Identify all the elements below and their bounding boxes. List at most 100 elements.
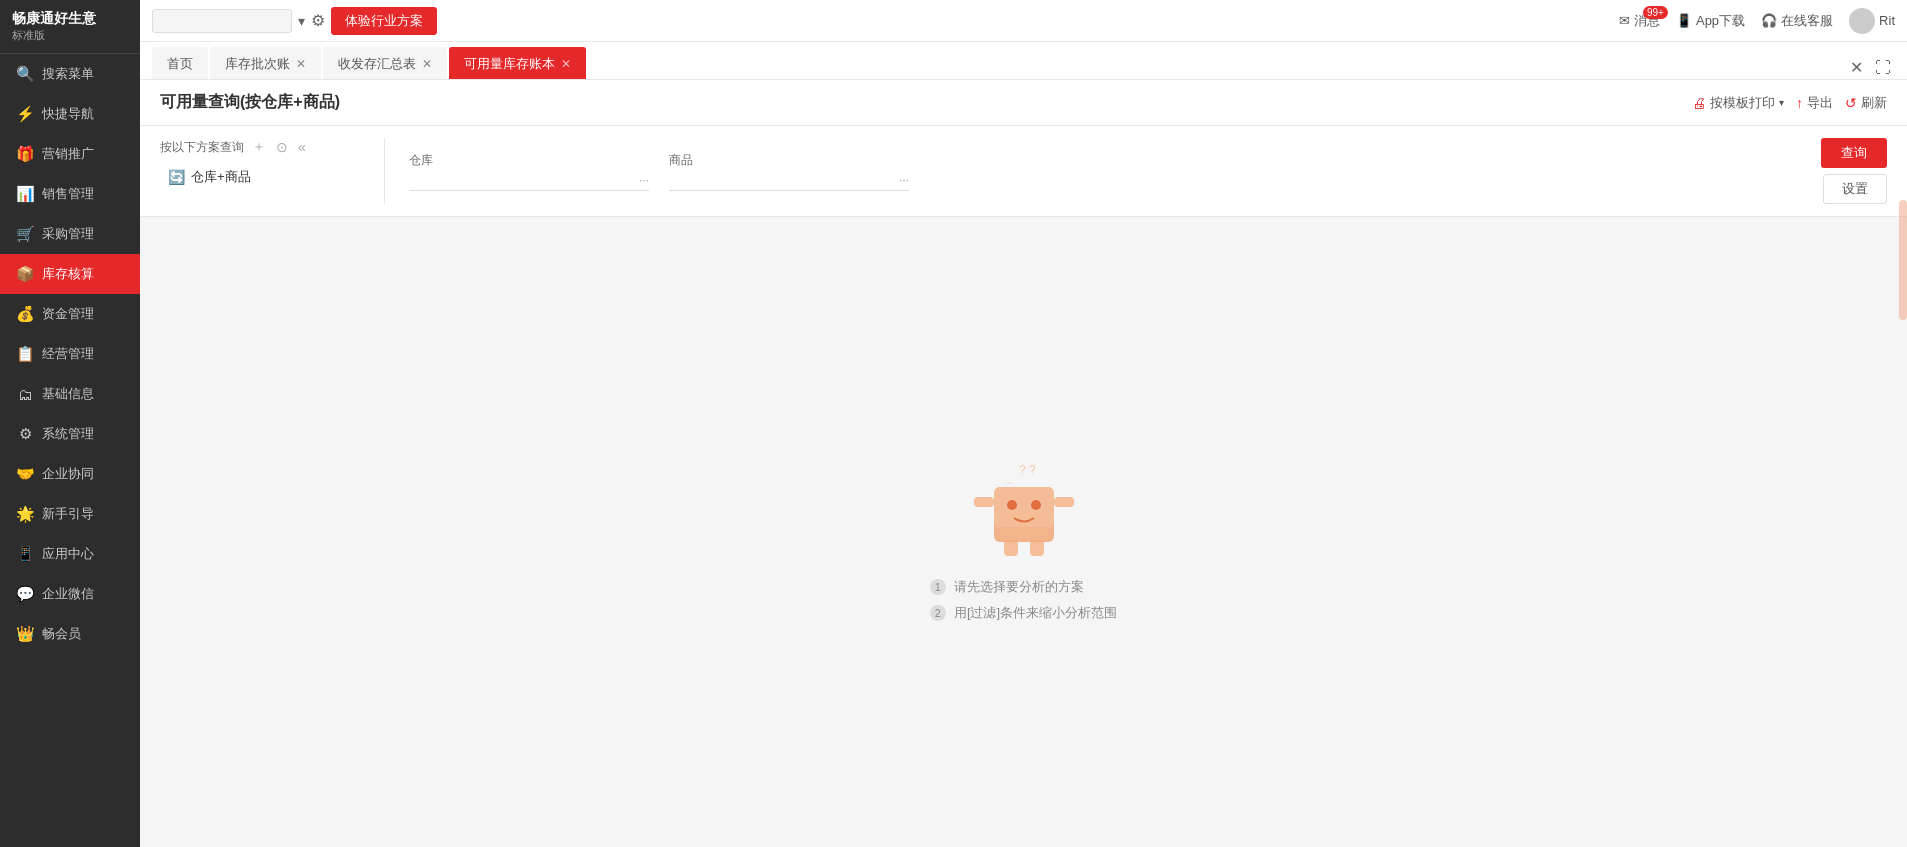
right-scrollbar[interactable] [1899, 200, 1907, 320]
scheme-panel: 按以下方案查询 ＋ ⊙ « 🔄 仓库+商品 [160, 138, 360, 190]
operation-icon: 📋 [16, 345, 34, 363]
sidebar-item-sales[interactable]: 📊销售管理 [0, 174, 140, 214]
scheme-divider [384, 138, 385, 204]
tab-summary[interactable]: 收发存汇总表 ✕ [323, 47, 447, 79]
message-icon: ✉ [1619, 13, 1630, 28]
tab-available[interactable]: 可用量库存账本✕ [449, 47, 586, 79]
print-icon: 🖨 [1692, 95, 1706, 111]
empty-state: ? ? ~ 1 请先选择要分析的方案 2 用[过滤]条件来缩小分析范围 [140, 217, 1907, 847]
tabbar: 首页库存批次账✕收发存汇总表✕可用量库存账本✕ ✕ ⛶ [140, 42, 1907, 80]
topbar-msg[interactable]: ✉ 消息 99+ [1619, 12, 1660, 30]
sidebar-item-basic[interactable]: 🗂基础信息 [0, 374, 140, 414]
print-label: 按模板打印 [1710, 94, 1775, 112]
logo-title: 畅康通好生意 [12, 10, 128, 28]
filter-warehouse-more-btn[interactable]: ··· [639, 173, 649, 187]
filter-warehouse-input-wrap: ··· [409, 173, 649, 191]
logo-sub: 标准版 [12, 28, 128, 43]
filter-goods-input[interactable] [669, 173, 895, 188]
scheme-collapse-button[interactable]: « [296, 139, 308, 155]
scheme-item-warehouse-goods[interactable]: 🔄 仓库+商品 [160, 164, 360, 190]
filter-warehouse-input[interactable] [409, 173, 635, 188]
sidebar-item-newguide[interactable]: 🌟新手引导 [0, 494, 140, 534]
topbar-dropdown-btn[interactable]: ▾ [298, 13, 305, 29]
sidebar-item-finance[interactable]: 💰资金管理 [0, 294, 140, 334]
sidebar-item-system[interactable]: ⚙ 系统管理 [0, 414, 140, 454]
tabbar-expand-button[interactable]: ⛶ [1871, 57, 1895, 79]
topbar-gear-btn[interactable]: ⚙ [311, 11, 325, 30]
member-label: 畅会员 [42, 625, 81, 643]
scheme-item-icon: 🔄 [168, 169, 185, 185]
purchase-label: 采购管理 [42, 225, 94, 243]
topbar-service-label: 在线客服 [1781, 12, 1833, 30]
service-icon: 🎧 [1761, 13, 1777, 28]
empty-tip-1: 1 请先选择要分析的方案 [930, 578, 1117, 596]
svg-rect-4 [974, 497, 994, 507]
sidebar-item-inventory[interactable]: 📦 库存核算 [0, 254, 140, 294]
export-label: 导出 [1807, 94, 1833, 112]
filter-goods-more-btn[interactable]: ··· [899, 173, 909, 187]
sidebar-item-quicknav[interactable]: ⚡快捷导航 [0, 94, 140, 134]
sidebar-item-appcenter[interactable]: 📱应用中心 [0, 534, 140, 574]
empty-illustration: ? ? ~ [964, 442, 1084, 562]
topbar-app[interactable]: 📱 App下载 [1676, 12, 1745, 30]
scheme-item-label: 仓库+商品 [191, 168, 251, 186]
export-button[interactable]: ↑ 导出 [1796, 94, 1833, 112]
sidebar-item-wechat[interactable]: 💬企业微信 [0, 574, 140, 614]
print-dropdown-icon: ▾ [1779, 97, 1784, 108]
scheme-settings-button[interactable]: ⊙ [274, 139, 290, 155]
topbar-right: ✉ 消息 99+ 📱 App下载 🎧 在线客服 Rit [1619, 8, 1895, 34]
topbar-user[interactable]: Rit [1849, 8, 1895, 34]
wechat-label: 企业微信 [42, 585, 94, 603]
svg-rect-5 [1054, 497, 1074, 507]
settings-button[interactable]: 设置 [1823, 174, 1887, 204]
empty-tips: 1 请先选择要分析的方案 2 用[过滤]条件来缩小分析范围 [930, 578, 1117, 622]
tab-summary-label: 收发存汇总表 [338, 55, 416, 73]
empty-tip-2: 2 用[过滤]条件来缩小分析范围 [930, 604, 1117, 622]
marketing-icon: 🎁 [16, 145, 34, 163]
topbar-trial-btn[interactable]: 体验行业方案 [331, 7, 437, 35]
tab-summary-close[interactable]: ✕ [422, 57, 432, 71]
topbar: ▾ ⚙ 体验行业方案 ✉ 消息 99+ 📱 App下载 🎧 在线客服 Rit [140, 0, 1907, 42]
tab-available-close[interactable]: ✕ [561, 57, 571, 71]
tab-batch[interactable]: 库存批次账 ✕ [210, 47, 321, 79]
marketing-label: 营销推广 [42, 145, 94, 163]
appcenter-icon: 📱 [16, 545, 34, 563]
tab-batch-close[interactable]: ✕ [296, 57, 306, 71]
topbar-search-area: ▾ ⚙ 体验行业方案 [152, 7, 1611, 35]
user-avatar [1849, 8, 1875, 34]
svg-rect-7 [1030, 540, 1044, 556]
sales-label: 销售管理 [42, 185, 94, 203]
filter-field-warehouse: 仓库 ··· [409, 152, 649, 191]
sidebar-item-search[interactable]: 🔍搜索菜单 [0, 54, 140, 94]
print-button[interactable]: 🖨 按模板打印 ▾ [1692, 94, 1784, 112]
filter-area: 仓库 ··· 商品 ··· 查询 [409, 138, 1887, 204]
tab-home[interactable]: 首页 [152, 47, 208, 79]
query-section: 按以下方案查询 ＋ ⊙ « 🔄 仓库+商品 仓库 [140, 126, 1907, 217]
inventory-icon: 📦 [16, 265, 34, 283]
export-icon: ↑ [1796, 95, 1803, 111]
sidebar-item-enterprise[interactable]: 🤝企业协同 [0, 454, 140, 494]
topbar-service[interactable]: 🎧 在线客服 [1761, 12, 1833, 30]
empty-tip-1-text: 请先选择要分析的方案 [954, 578, 1084, 596]
inventory-label: 库存核算 [42, 265, 94, 283]
tip-num-1: 1 [930, 579, 946, 595]
topbar-search-input[interactable] [152, 9, 292, 33]
message-badge: 99+ [1643, 6, 1668, 19]
empty-svg: ? ? ~ [964, 442, 1084, 562]
system-label: 系统管理 [42, 425, 94, 443]
tabbar-controls: ✕ ⛶ [1846, 56, 1895, 79]
sidebar-item-purchase[interactable]: 🛒采购管理 [0, 214, 140, 254]
empty-tip-2-text: 用[过滤]条件来缩小分析范围 [954, 604, 1117, 622]
system-icon: ⚙ [16, 425, 34, 443]
sidebar-item-member[interactable]: 👑畅会员 [0, 614, 140, 654]
query-row: 按以下方案查询 ＋ ⊙ « 🔄 仓库+商品 仓库 [160, 138, 1887, 204]
refresh-button[interactable]: ↺ 刷新 [1845, 94, 1887, 112]
scheme-add-button[interactable]: ＋ [250, 138, 268, 156]
sidebar-item-marketing[interactable]: 🎁 营销推广 [0, 134, 140, 174]
operation-label: 经营管理 [42, 345, 94, 363]
query-button[interactable]: 查询 [1821, 138, 1887, 168]
sidebar-item-operation[interactable]: 📋 经营管理 [0, 334, 140, 374]
refresh-label: 刷新 [1861, 94, 1887, 112]
tabbar-close-button[interactable]: ✕ [1846, 56, 1867, 79]
tab-batch-label: 库存批次账 [225, 55, 290, 73]
